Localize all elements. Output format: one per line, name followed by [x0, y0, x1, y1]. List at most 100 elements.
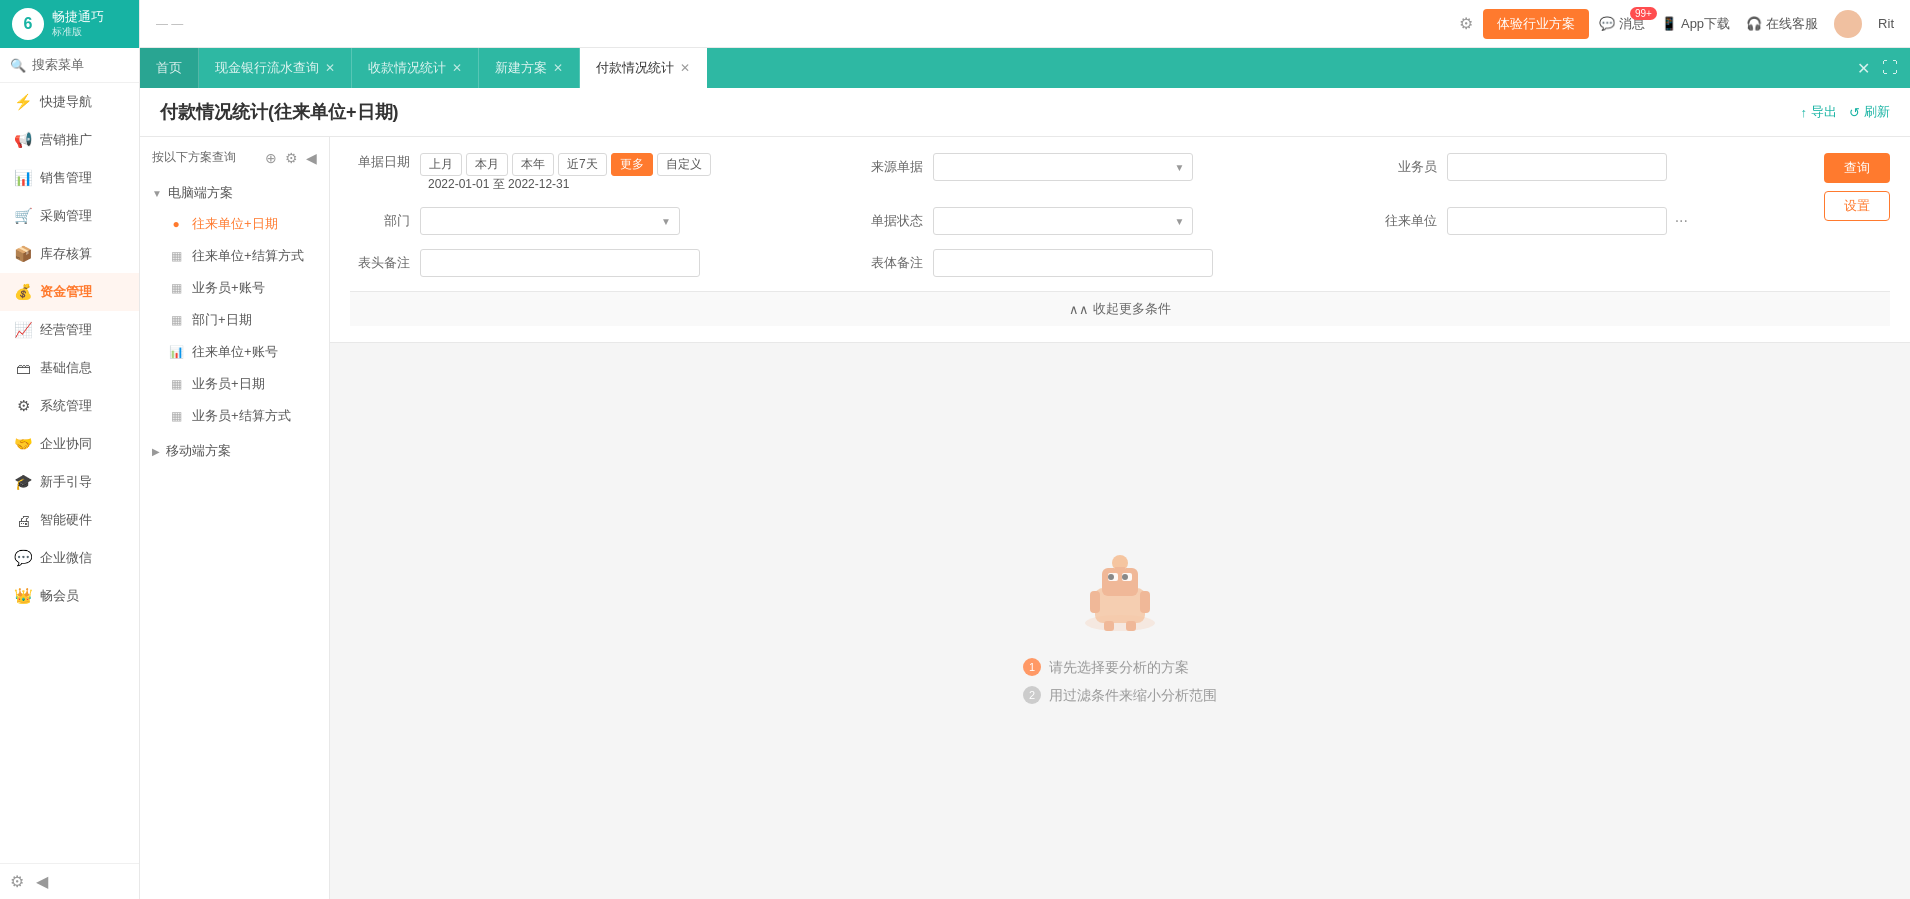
sidebar-item-label: 库存核算 — [40, 245, 92, 263]
tab-home[interactable]: 首页 — [140, 48, 199, 88]
group-arrow-icon: ▼ — [152, 188, 162, 199]
counterpart-label: 往来单位 — [1377, 212, 1447, 230]
counterpart-dots[interactable]: ··· — [1675, 212, 1688, 230]
marketing-icon: 📢 — [14, 131, 32, 149]
footer-settings-icon[interactable]: ⚙ — [10, 872, 24, 891]
settings-button[interactable]: 设置 — [1824, 191, 1890, 221]
scheme-item-counterpart-settle[interactable]: ▦ 往来单位+结算方式 — [140, 240, 329, 272]
scheme-item-counterpart-date[interactable]: ● 往来单位+日期 — [140, 208, 329, 240]
tab-expand-icon[interactable]: ⛶ — [1882, 59, 1898, 77]
breadcrumb-text: — — — [156, 17, 183, 31]
tab-cashflow-close[interactable]: ✕ — [325, 61, 335, 75]
refresh-label: 刷新 — [1864, 103, 1890, 121]
tab-receivable-close[interactable]: ✕ — [452, 61, 462, 75]
date-btn-this-year[interactable]: 本年 — [512, 153, 554, 176]
tabbar-actions: ✕ ⛶ — [1845, 48, 1910, 88]
filter-cell-source: 来源单据 ▼ — [863, 153, 1376, 181]
sidebar-item-system[interactable]: ⚙ 系统管理 — [0, 387, 139, 425]
docstatus-select[interactable]: ▼ — [933, 207, 1193, 235]
scheme-item-label: 业务员+账号 — [192, 279, 265, 297]
headernote-label: 表头备注 — [350, 254, 420, 272]
add-scheme-icon[interactable]: ⊕ — [265, 150, 277, 166]
page-header-actions: ↑ 导出 ↺ 刷新 — [1801, 103, 1891, 121]
page: 付款情况统计(往来单位+日期) ↑ 导出 ↺ 刷新 按以下方案查询 ⊕ — [140, 88, 1910, 899]
trial-button[interactable]: 体验行业方案 — [1483, 9, 1589, 39]
date-btn-last-month[interactable]: 上月 — [420, 153, 462, 176]
scheme-settings-icon[interactable]: ⚙ — [285, 150, 298, 166]
sidebar-item-hardware[interactable]: 🖨 智能硬件 — [0, 501, 139, 539]
tab-payment-stat-label: 付款情况统计 — [596, 59, 674, 77]
export-button[interactable]: ↑ 导出 — [1801, 103, 1838, 121]
message-icon: 💬 — [1599, 16, 1615, 31]
sidebar-footer: ⚙ ◀ — [0, 863, 139, 899]
bodynote-input[interactable] — [933, 249, 1213, 277]
weixin-icon: 💬 — [14, 549, 32, 567]
messages-button[interactable]: 💬 消息 99+ — [1599, 15, 1645, 33]
page-header: 付款情况统计(往来单位+日期) ↑ 导出 ↺ 刷新 — [140, 88, 1910, 137]
date-btn-7days[interactable]: 近7天 — [558, 153, 607, 176]
counterpart-input[interactable] — [1447, 207, 1667, 235]
sidebar-item-vip[interactable]: 👑 畅会员 — [0, 577, 139, 615]
sidebar-item-coop[interactable]: 🤝 企业协同 — [0, 425, 139, 463]
sidebar-item-basic[interactable]: 🗃 基础信息 — [0, 349, 139, 387]
username-text: Rit — [1878, 16, 1894, 31]
sidebar-item-inventory[interactable]: 📦 库存核算 — [0, 235, 139, 273]
scheme-group-desktop-header[interactable]: ▼ 电脑端方案 — [140, 178, 329, 208]
scheme-item-dept-date[interactable]: ▦ 部门+日期 — [140, 304, 329, 336]
date-btn-this-month[interactable]: 本月 — [466, 153, 508, 176]
scheme-collapse-icon[interactable]: ◀ — [306, 150, 317, 166]
filter-cell-salesman: 业务员 ··· 查询 设置 — [1377, 153, 1890, 181]
sidebar-item-finance[interactable]: 💰 资金管理 — [0, 273, 139, 311]
content-area: 按以下方案查询 ⊕ ⚙ ◀ ▼ 电脑端方案 ● 往来单位+日期 — [140, 137, 1910, 899]
online-service-button[interactable]: 🎧 在线客服 — [1746, 15, 1818, 33]
headernote-input[interactable] — [420, 249, 700, 277]
sidebar-item-purchase[interactable]: 🛒 采购管理 — [0, 197, 139, 235]
app-label: App下载 — [1681, 15, 1730, 33]
query-button[interactable]: 查询 — [1824, 153, 1890, 183]
filter-area: 单据日期 上月 本月 本年 近7天 更多 自定义 20 — [330, 137, 1910, 343]
collapse-button[interactable]: ∧∧ 收起更多条件 — [350, 291, 1890, 326]
filter-cell-docstatus: 单据状态 ▼ — [863, 207, 1376, 235]
date-btn-custom[interactable]: 自定义 — [657, 153, 711, 176]
sidebar-item-marketing[interactable]: 📢 营销推广 — [0, 121, 139, 159]
tab-payment-stat[interactable]: 付款情况统计 ✕ — [580, 48, 707, 88]
scheme-item-salesman-account[interactable]: ▦ 业务员+账号 — [140, 272, 329, 304]
main-area: — — ⚙ 体验行业方案 💬 消息 99+ 📱 App下载 🎧 在线客服 Rit… — [140, 0, 1910, 899]
tab-new-scheme-close[interactable]: ✕ — [553, 61, 563, 75]
salesman-input[interactable] — [1447, 153, 1667, 181]
svg-point-6 — [1122, 574, 1128, 580]
topbar-settings-icon[interactable]: ⚙ — [1459, 14, 1473, 33]
scheme-item-salesman-date[interactable]: ▦ 业务员+日期 — [140, 368, 329, 400]
scheme-item-counterpart-account[interactable]: 📊 往来单位+账号 — [140, 336, 329, 368]
sidebar-item-guide[interactable]: 🎓 新手引导 — [0, 463, 139, 501]
date-range-text: 2022-01-01 至 2022-12-31 — [428, 176, 863, 193]
sidebar-item-weixin[interactable]: 💬 企业微信 — [0, 539, 139, 577]
search-menu[interactable]: 🔍 搜索菜单 — [0, 48, 139, 83]
sidebar-item-sales[interactable]: 📊 销售管理 — [0, 159, 139, 197]
dept-select[interactable]: ▼ — [420, 207, 680, 235]
sales-icon: 📊 — [14, 169, 32, 187]
tab-receivable[interactable]: 收款情况统计 ✕ — [352, 48, 479, 88]
footer-collapse-icon[interactable]: ◀ — [36, 872, 48, 891]
tab-payment-stat-close[interactable]: ✕ — [680, 61, 690, 75]
left-panel-header: 按以下方案查询 ⊕ ⚙ ◀ — [140, 149, 329, 174]
sidebar-item-operation[interactable]: 📈 经营管理 — [0, 311, 139, 349]
scheme-item-salesman-settle[interactable]: ▦ 业务员+结算方式 — [140, 400, 329, 432]
filter-row-3: 表头备注 表体备注 — [350, 249, 1890, 277]
tab-cashflow-label: 现金银行流水查询 — [215, 59, 319, 77]
sidebar-item-quicknav[interactable]: ⚡ 快捷导航 — [0, 83, 139, 121]
export-icon: ↑ — [1801, 105, 1808, 120]
refresh-button[interactable]: ↺ 刷新 — [1849, 103, 1890, 121]
tab-cashflow[interactable]: 现金银行流水查询 ✕ — [199, 48, 352, 88]
date-btn-more[interactable]: 更多 — [611, 153, 653, 176]
sidebar-item-label: 系统管理 — [40, 397, 92, 415]
app-download-button[interactable]: 📱 App下载 — [1661, 15, 1730, 33]
scheme-group-mobile-header[interactable]: ▶ 移动端方案 — [140, 436, 329, 466]
tab-close-all-icon[interactable]: ✕ — [1857, 59, 1870, 78]
tab-new-scheme[interactable]: 新建方案 ✕ — [479, 48, 580, 88]
collapse-icon: ∧∧ — [1069, 302, 1089, 317]
source-select[interactable]: ▼ — [933, 153, 1193, 181]
scheme-table-icon: ▦ — [168, 248, 184, 264]
date-control: 上月 本月 本年 近7天 更多 自定义 2022-01-01 至 2022-12… — [420, 153, 863, 193]
filter-cell-counterpart: 往来单位 ··· — [1377, 207, 1890, 235]
